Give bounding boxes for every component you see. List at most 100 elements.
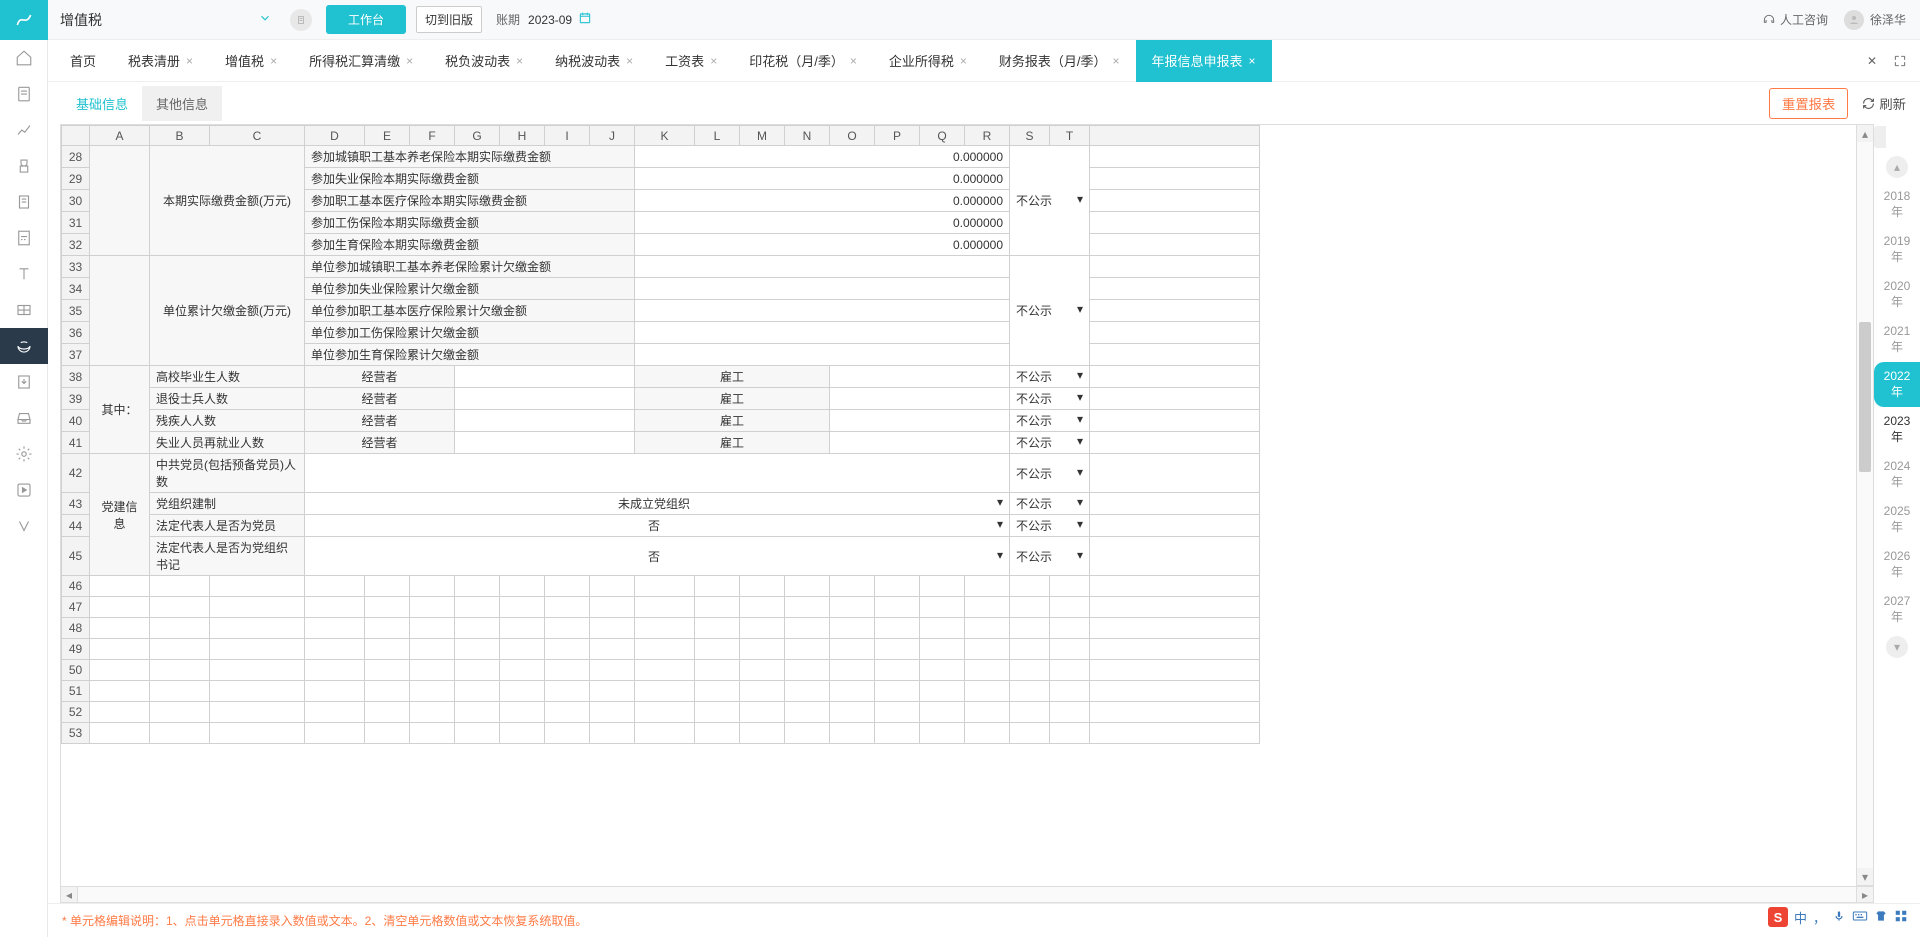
cell[interactable] [545, 639, 590, 660]
row-header[interactable]: 41 [62, 432, 90, 454]
cell[interactable] [210, 597, 305, 618]
cell[interactable] [455, 597, 500, 618]
cell[interactable] [635, 723, 695, 744]
cell[interactable] [500, 639, 545, 660]
cell[interactable]: 经营者 [305, 432, 455, 454]
cell[interactable] [305, 681, 365, 702]
col-header[interactable]: F [410, 126, 455, 146]
workbench-button[interactable]: 工作台 [326, 5, 406, 34]
cell[interactable] [830, 660, 875, 681]
cell[interactable] [785, 660, 830, 681]
cell[interactable]: 参加生育保险本期实际缴费金额 [305, 234, 635, 256]
doc-circle-icon[interactable] [290, 9, 312, 31]
cell[interactable] [500, 681, 545, 702]
row-header[interactable]: 36 [62, 322, 90, 344]
cell[interactable]: 雇工 [635, 410, 830, 432]
cell[interactable] [305, 618, 365, 639]
switch-old-button[interactable]: 切到旧版 [416, 6, 482, 33]
cell[interactable] [590, 723, 635, 744]
ime-skin-icon[interactable] [1874, 909, 1888, 926]
rail-down-icon[interactable]: ▾ [1886, 636, 1908, 658]
cell[interactable] [1010, 618, 1050, 639]
cell[interactable] [875, 660, 920, 681]
cell[interactable] [1050, 660, 1090, 681]
tab-close-icon[interactable]: × [1113, 54, 1120, 68]
cell[interactable] [695, 597, 740, 618]
scroll-right-icon[interactable]: ▸ [1856, 887, 1873, 902]
cell-dropdown[interactable]: 不公示▾ [1010, 537, 1090, 576]
cell[interactable] [920, 723, 965, 744]
cell[interactable] [455, 432, 635, 454]
col-header[interactable]: H [500, 126, 545, 146]
cell[interactable] [590, 702, 635, 723]
cell[interactable] [1010, 660, 1050, 681]
cell[interactable] [1090, 723, 1260, 744]
tab-item[interactable]: 所得税汇算清缴× [293, 40, 429, 82]
cell[interactable] [635, 322, 1010, 344]
cell[interactable] [90, 256, 150, 366]
cell[interactable] [830, 366, 1010, 388]
spreadsheet[interactable]: A B C D E F G H I J [60, 124, 1857, 886]
tab-close-icon[interactable]: × [406, 54, 413, 68]
year-item[interactable]: 2026年 [1874, 542, 1920, 587]
subtab-other[interactable]: 其他信息 [142, 86, 222, 121]
cell[interactable]: 党建信息 [90, 454, 150, 576]
cell[interactable] [150, 702, 210, 723]
cell[interactable] [90, 681, 150, 702]
cell[interactable]: 经营者 [305, 410, 455, 432]
cell[interactable] [1090, 537, 1260, 576]
title-dropdown-icon[interactable] [258, 11, 272, 28]
cell-dropdown[interactable]: 不公示▾ [1010, 256, 1090, 366]
cell[interactable] [1090, 322, 1260, 344]
row-header[interactable]: 52 [62, 702, 90, 723]
cell[interactable] [830, 639, 875, 660]
row-header[interactable]: 34 [62, 278, 90, 300]
cell[interactable]: 中共党员(包括预备党员)人数 [150, 454, 305, 493]
col-header[interactable]: K [635, 126, 695, 146]
cell[interactable] [635, 256, 1010, 278]
cell[interactable] [875, 639, 920, 660]
row-header[interactable]: 43 [62, 493, 90, 515]
tab-item[interactable]: 年报信息申报表× [1136, 40, 1272, 82]
cell[interactable] [410, 639, 455, 660]
cell[interactable] [410, 618, 455, 639]
cell[interactable] [500, 576, 545, 597]
cell[interactable]: 失业人员再就业人数 [150, 432, 305, 454]
cell[interactable] [635, 681, 695, 702]
tab-item[interactable]: 企业所得税× [873, 40, 983, 82]
nav-home-icon[interactable] [0, 40, 48, 76]
cell[interactable] [740, 618, 785, 639]
cell[interactable] [785, 702, 830, 723]
cell[interactable] [410, 702, 455, 723]
cell[interactable] [1050, 639, 1090, 660]
rail-collapse-icon[interactable] [1874, 126, 1886, 148]
ime-punct[interactable]: ， [1813, 908, 1826, 927]
cell[interactable]: 单位参加失业保险累计欠缴金额 [305, 278, 635, 300]
cell[interactable] [1090, 639, 1260, 660]
cell[interactable]: 高校毕业生人数 [150, 366, 305, 388]
tab-item[interactable]: 税负波动表× [429, 40, 539, 82]
cell[interactable] [305, 597, 365, 618]
row-header[interactable]: 40 [62, 410, 90, 432]
row-header[interactable]: 50 [62, 660, 90, 681]
cell[interactable] [500, 702, 545, 723]
cell[interactable] [150, 576, 210, 597]
cell[interactable] [785, 597, 830, 618]
cell[interactable] [150, 597, 210, 618]
cell[interactable] [365, 702, 410, 723]
col-header[interactable]: N [785, 126, 830, 146]
row-header[interactable]: 53 [62, 723, 90, 744]
col-header[interactable]: O [830, 126, 875, 146]
cell[interactable] [210, 618, 305, 639]
cell[interactable] [830, 723, 875, 744]
col-header-blank[interactable] [1090, 126, 1260, 146]
cell[interactable] [1090, 366, 1260, 388]
row-header[interactable]: 38 [62, 366, 90, 388]
cell[interactable] [740, 681, 785, 702]
ime-toolbar[interactable]: S 中 ， [1764, 905, 1912, 929]
row-header[interactable]: 31 [62, 212, 90, 234]
cell[interactable] [150, 723, 210, 744]
cell[interactable] [455, 576, 500, 597]
cell[interactable] [785, 576, 830, 597]
cell[interactable] [740, 702, 785, 723]
